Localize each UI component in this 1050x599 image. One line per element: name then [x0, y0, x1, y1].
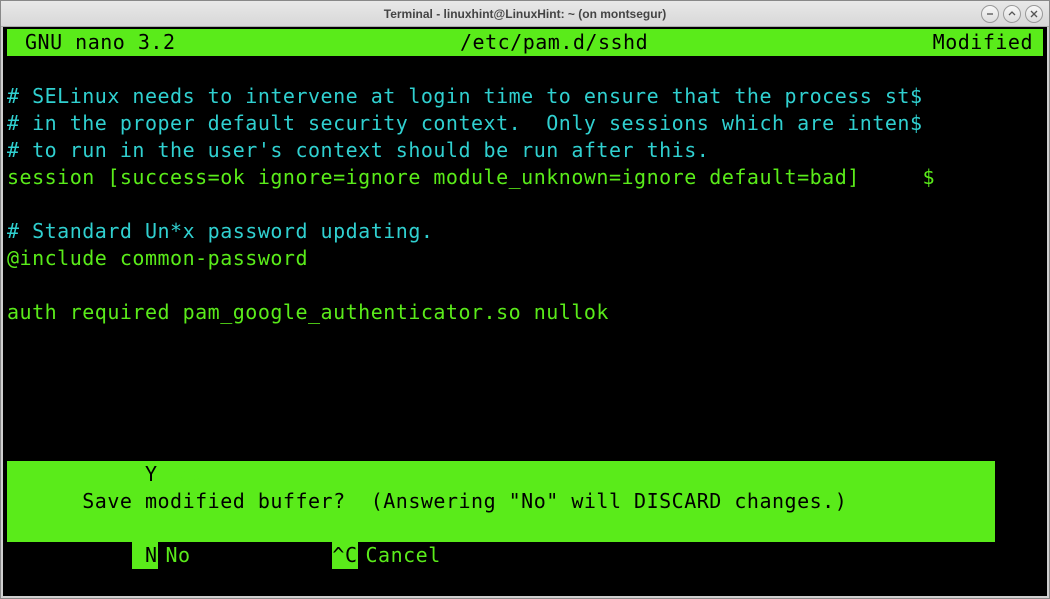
close-button[interactable]: [1025, 5, 1043, 23]
blank-line: [7, 272, 1043, 299]
option-key: N: [132, 542, 157, 569]
option-label: Cancel: [358, 543, 441, 567]
window-title: Terminal - linuxhint@LinuxHint: ~ (on mo…: [384, 7, 666, 21]
nano-modified-status: Modified: [933, 29, 1043, 56]
comment-line: # to run in the user's context should be…: [7, 137, 1043, 164]
blank-line: [7, 191, 1043, 218]
comment-line: # in the proper default security context…: [7, 110, 1043, 137]
option-label: No: [158, 543, 191, 567]
option-yes[interactable]: YYes: [7, 434, 207, 461]
code-line: @include common-password: [7, 245, 1043, 272]
nano-options: YYes NNo ^CCancel: [7, 380, 1043, 596]
option-label: Yes: [158, 462, 204, 486]
terminal-window: Terminal - linuxhint@LinuxHint: ~ (on mo…: [0, 0, 1050, 599]
terminal-viewport[interactable]: GNU nano 3.2 /etc/pam.d/sshd Modified # …: [1, 27, 1049, 598]
minimize-button[interactable]: [981, 5, 999, 23]
nano-version: GNU nano 3.2: [7, 29, 176, 56]
code-line: auth required pam_google_authenticator.s…: [7, 299, 1043, 326]
option-row-2: NNo ^CCancel: [7, 515, 1043, 542]
option-row-1: YYes: [7, 434, 1043, 461]
option-key: ^C: [332, 542, 357, 569]
comment-line: # Standard Un*x password updating.: [7, 218, 1043, 245]
editor-content[interactable]: # SELinux needs to intervene at login ti…: [7, 83, 1043, 326]
nano-filename: /etc/pam.d/sshd: [176, 29, 933, 56]
code-line: session [success=ok ignore=ignore module…: [7, 164, 1043, 191]
nano-header-bar: GNU nano 3.2 /etc/pam.d/sshd Modified: [7, 29, 1043, 56]
maximize-button[interactable]: [1003, 5, 1021, 23]
option-key: Y: [132, 461, 157, 488]
option-no[interactable]: NNo: [7, 515, 207, 542]
window-controls: [981, 5, 1043, 23]
comment-line: # SELinux needs to intervene at login ti…: [7, 83, 1043, 110]
option-cancel[interactable]: ^CCancel: [207, 515, 407, 542]
window-titlebar: Terminal - linuxhint@LinuxHint: ~ (on mo…: [1, 1, 1049, 27]
